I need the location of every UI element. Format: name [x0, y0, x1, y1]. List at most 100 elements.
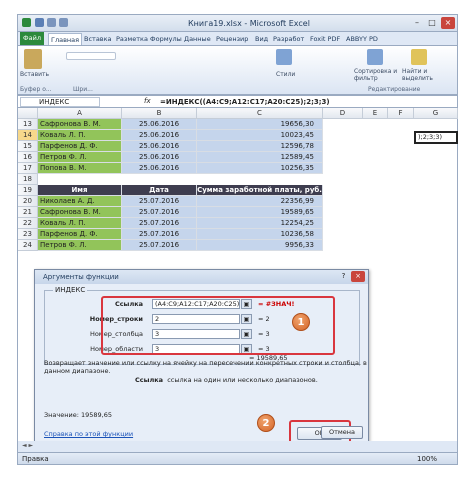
select-all-corner[interactable] — [18, 108, 38, 119]
close-button[interactable]: × — [441, 17, 455, 29]
paste-label[interactable]: Вставить — [20, 71, 49, 78]
row-header[interactable]: 15 — [18, 141, 38, 152]
date-cell[interactable]: 25.06.2016 — [122, 141, 197, 152]
date-cell[interactable]: 25.07.2016 — [122, 218, 197, 229]
amount-cell[interactable]: 10236,58 — [197, 229, 323, 240]
name-cell[interactable]: Петров Ф. Л. — [38, 240, 122, 251]
tab-abbyy[interactable]: ABBYY PD — [346, 33, 378, 45]
column-header-f[interactable]: F — [388, 108, 414, 119]
tab-home[interactable]: Главная — [48, 33, 83, 45]
date-cell[interactable]: 25.06.2016 — [122, 163, 197, 174]
name-cell[interactable]: Парфенов Д. Ф. — [38, 229, 122, 240]
row-header[interactable]: 22 — [18, 218, 38, 229]
sort-filter-icon[interactable] — [367, 49, 383, 65]
sort-filter-label[interactable]: Сортировка и фильтр — [354, 68, 399, 82]
header-amount-cell[interactable]: Сумма заработной платы, руб. — [197, 185, 323, 196]
row-header[interactable]: 16 — [18, 152, 38, 163]
tab-formulas[interactable]: Формулы — [150, 33, 182, 45]
minimize-button[interactable]: – — [410, 17, 424, 29]
date-cell[interactable]: 25.07.2016 — [122, 229, 197, 240]
name-cell[interactable]: Попова В. М. — [38, 163, 122, 174]
name-cell[interactable]: Коваль Л. П. — [38, 218, 122, 229]
tab-layout[interactable]: Разметка — [116, 33, 148, 45]
name-box[interactable]: ИНДЕКС — [20, 97, 100, 107]
fx-icon[interactable]: fx — [144, 97, 151, 105]
date-cell[interactable]: 25.06.2016 — [122, 119, 197, 130]
tab-foxit[interactable]: Foxit PDF — [310, 33, 340, 45]
name-cell[interactable]: Николаев А. Д. — [38, 196, 122, 207]
row-header[interactable]: 24 — [18, 240, 38, 251]
column-header-g[interactable]: G — [414, 108, 458, 119]
row-header[interactable]: 18 — [18, 174, 38, 185]
column-header-e[interactable]: E — [363, 108, 388, 119]
sheet-tabs-bar: ◄ ► — [17, 441, 458, 452]
help-link[interactable]: Справка по этой функции — [44, 430, 133, 438]
maximize-button[interactable]: □ — [425, 17, 439, 29]
tab-insert[interactable]: Вставка — [84, 33, 112, 45]
amount-cell[interactable]: 12596,78 — [197, 141, 323, 152]
tab-review[interactable]: Рецензир — [216, 33, 248, 45]
tab-view[interactable]: Вид — [255, 33, 268, 45]
formula-input[interactable]: =ИНДЕКС((A4:C9;A12:C17;A20:C25);2;3;3) — [160, 97, 330, 107]
row-header[interactable]: 17 — [18, 163, 38, 174]
name-cell[interactable]: Сафронова В. М. — [38, 207, 122, 218]
row-header[interactable]: 20 — [18, 196, 38, 207]
excel-logo-icon — [22, 18, 31, 27]
amount-cell[interactable]: 12254,25 — [197, 218, 323, 229]
date-cell[interactable]: 25.07.2016 — [122, 196, 197, 207]
font-name-select[interactable] — [66, 52, 116, 60]
header-name-cell[interactable]: Имя — [38, 185, 122, 196]
row-header[interactable]: 19 — [18, 185, 38, 196]
row-header[interactable]: 14 — [18, 130, 38, 141]
sheet-nav-icon[interactable]: ◄ ► — [22, 442, 33, 449]
find-select-label[interactable]: Найти и выделить — [402, 68, 444, 82]
amount-cell[interactable]: 9956,33 — [197, 240, 323, 251]
cancel-button[interactable]: Отмена — [321, 426, 363, 439]
styles-icon[interactable] — [276, 49, 292, 65]
header-date-cell[interactable]: Дата — [122, 185, 197, 196]
paste-icon[interactable] — [24, 49, 42, 69]
save-icon[interactable] — [35, 18, 44, 27]
column-header-b[interactable]: B — [122, 108, 197, 119]
amount-cell[interactable]: 22356,99 — [197, 196, 323, 207]
name-cell[interactable]: Коваль Л. П. — [38, 130, 122, 141]
amount-cell[interactable]: 19656,30 — [197, 119, 323, 130]
tab-data[interactable]: Данные — [184, 33, 211, 45]
row-header[interactable]: 21 — [18, 207, 38, 218]
step-badge-1: 1 — [292, 313, 310, 331]
column-header-c[interactable]: C — [197, 108, 323, 119]
window-title: Книга19.xlsx - Microsoft Excel — [188, 19, 310, 28]
tab-developer[interactable]: Разработ — [273, 33, 304, 45]
help-icon[interactable]: ? — [339, 272, 348, 281]
date-cell[interactable]: 25.06.2016 — [122, 152, 197, 163]
undo-icon[interactable] — [47, 18, 56, 27]
row-header[interactable]: 23 — [18, 229, 38, 240]
tab-file[interactable]: Файл — [20, 32, 44, 45]
argument-description: Ссылка ссылка на один или несколько диап… — [135, 376, 318, 384]
redo-icon[interactable] — [59, 18, 68, 27]
amount-cell[interactable]: 10023,45 — [197, 130, 323, 141]
name-cell[interactable]: Парфенов Д. Ф. — [38, 141, 122, 152]
date-cell[interactable]: 25.07.2016 — [122, 207, 197, 218]
name-cell[interactable]: Петров Ф. Л. — [38, 152, 122, 163]
amount-cell[interactable]: 19589,65 — [197, 207, 323, 218]
find-select-icon[interactable] — [411, 49, 427, 65]
argument-name: Ссылка — [135, 376, 164, 384]
date-cell[interactable]: 25.06.2016 — [122, 130, 197, 141]
status-bar: Правка 100% — [17, 452, 458, 465]
font-group-label: Шри... — [73, 86, 93, 93]
name-cell[interactable]: Сафронова В. М. — [38, 119, 122, 130]
active-cell-g14[interactable]: );2;3;3) — [414, 131, 458, 144]
dialog-close-button[interactable]: × — [351, 271, 365, 282]
column-header-a[interactable]: A — [38, 108, 122, 119]
title-bar: Книга19.xlsx - Microsoft Excel – □ × — [17, 14, 458, 32]
zoom-level[interactable]: 100% — [417, 455, 437, 463]
function-name: ИНДЕКС — [53, 286, 88, 294]
row-header[interactable]: 13 — [18, 119, 38, 130]
column-header-d[interactable]: D — [323, 108, 363, 119]
dialog-title[interactable]: Аргументы функции — [35, 270, 368, 284]
date-cell[interactable]: 25.07.2016 — [122, 240, 197, 251]
styles-label[interactable]: Стили — [276, 71, 295, 78]
amount-cell[interactable]: 10256,35 — [197, 163, 323, 174]
amount-cell[interactable]: 12589,45 — [197, 152, 323, 163]
